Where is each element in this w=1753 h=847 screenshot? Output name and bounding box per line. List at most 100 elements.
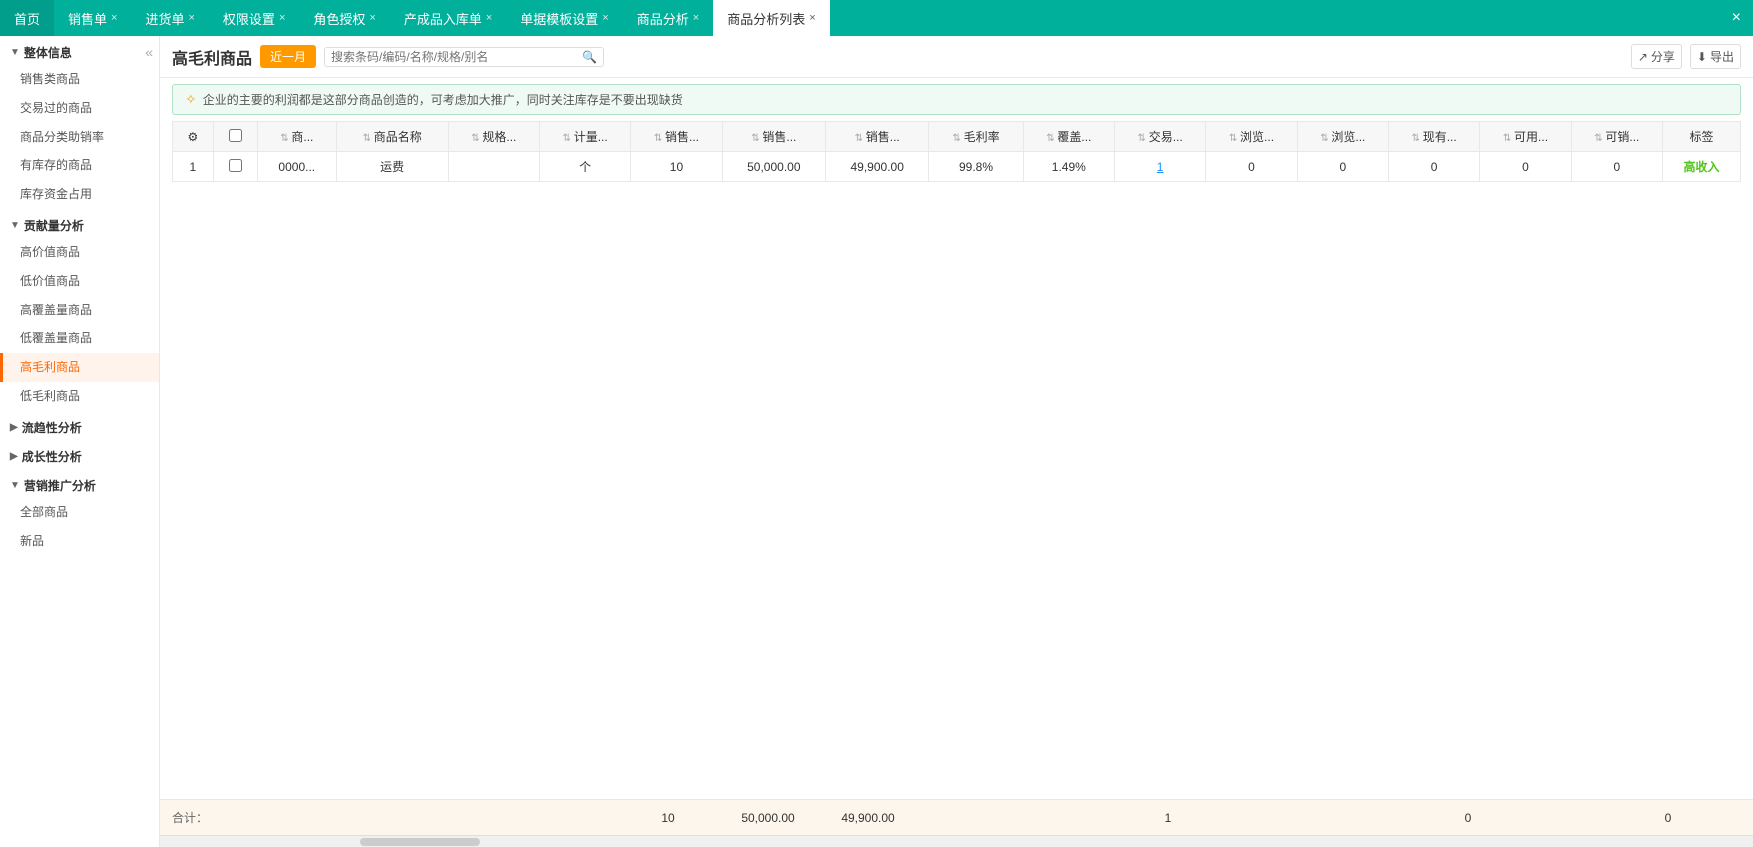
- nav-product-analysis[interactable]: 商品分析 ×: [623, 0, 713, 36]
- nav-close-all[interactable]: ×: [1720, 9, 1753, 27]
- filter-button[interactable]: 近一月: [260, 45, 316, 68]
- sidebar-item-category-rate[interactable]: 商品分类助销率: [0, 123, 159, 152]
- nav-role[interactable]: 角色授权 ×: [299, 0, 389, 36]
- td-available: 0: [1480, 152, 1571, 182]
- info-text: 企业的主要的利润都是这部分商品创造的，可考虑加大推广，同时关注库存是不要出现缺货: [203, 91, 683, 108]
- sidebar-group-marketing[interactable]: ▼ 营销推广分析: [0, 469, 159, 498]
- td-sales-cost: 49,900.00: [826, 152, 929, 182]
- th-tag: 标签: [1662, 122, 1740, 152]
- footer-label: 合计：: [172, 809, 208, 826]
- sidebar-item-stock-capital[interactable]: 库存资金占用: [0, 180, 159, 209]
- td-name: 运费: [336, 152, 448, 182]
- td-code: 0000...: [257, 152, 336, 182]
- nav-close-product-analysis-list[interactable]: ×: [809, 12, 815, 24]
- sidebar-group-overall[interactable]: ▼ 整体信息: [0, 36, 159, 65]
- sidebar-item-all-goods[interactable]: 全部商品: [0, 498, 159, 527]
- th-unit[interactable]: 计量...: [539, 122, 630, 152]
- nav-permission[interactable]: 权限设置 ×: [209, 0, 299, 36]
- sidebar-collapse-icon[interactable]: «: [145, 44, 153, 60]
- nav-close-permission[interactable]: ×: [279, 12, 285, 24]
- nav-close-purchase[interactable]: ×: [188, 12, 194, 24]
- th-transactions[interactable]: 交易...: [1114, 122, 1205, 152]
- td-transactions[interactable]: 1: [1114, 152, 1205, 182]
- search-icon[interactable]: 🔍: [582, 50, 597, 64]
- sidebar-item-low-value[interactable]: 低价值商品: [0, 267, 159, 296]
- td-views1: 0: [1206, 152, 1297, 182]
- nav-production[interactable]: 产成品入库单 ×: [390, 0, 506, 36]
- share-icon: ↗: [1638, 50, 1648, 64]
- data-table: ⚙ 商... 商品名称 规格... 计量... 销售... 销售... 销售..…: [172, 121, 1741, 182]
- th-spec[interactable]: 规格...: [448, 122, 539, 152]
- th-sales-cost[interactable]: 销售...: [826, 122, 929, 152]
- row-checkbox[interactable]: [229, 159, 242, 172]
- content-header: 高毛利商品 近一月 🔍 ↗ 分享 ⬇ 导出: [160, 36, 1753, 78]
- nav-product-analysis-list[interactable]: 商品分析列表 ×: [713, 0, 829, 36]
- sidebar-item-high-margin[interactable]: 高毛利商品: [0, 353, 159, 382]
- nav-close-role[interactable]: ×: [369, 12, 375, 24]
- th-views1[interactable]: 浏览...: [1206, 122, 1297, 152]
- td-sellable: 0: [1571, 152, 1662, 182]
- nav-template[interactable]: 单据模板设置 ×: [506, 0, 622, 36]
- info-icon: ✧: [185, 91, 197, 108]
- th-views2[interactable]: 浏览...: [1297, 122, 1388, 152]
- th-settings[interactable]: ⚙: [173, 122, 214, 152]
- nav-close-product-analysis[interactable]: ×: [693, 12, 699, 24]
- search-input[interactable]: [331, 50, 582, 64]
- page-title: 高毛利商品: [172, 45, 252, 69]
- th-sales-amount[interactable]: 销售...: [722, 122, 825, 152]
- sidebar-group-growth[interactable]: ▶ 成长性分析: [0, 440, 159, 469]
- nav-purchase[interactable]: 进货单 ×: [131, 0, 208, 36]
- nav-close-template[interactable]: ×: [602, 12, 608, 24]
- footer-sales-qty: 10: [628, 811, 708, 825]
- table-wrapper[interactable]: ⚙ 商... 商品名称 规格... 计量... 销售... 销售... 销售..…: [172, 121, 1741, 799]
- nav-close-production[interactable]: ×: [486, 12, 492, 24]
- export-button[interactable]: ⬇ 导出: [1690, 44, 1741, 69]
- nav-sales[interactable]: 销售单 ×: [54, 0, 131, 36]
- main-layout: « ▼ 整体信息 销售类商品 交易过的商品 商品分类助销率 有库存的商品 库存资…: [0, 36, 1753, 847]
- sidebar-group-contribution[interactable]: ▼ 贡献量分析: [0, 209, 159, 238]
- share-button[interactable]: ↗ 分享: [1631, 44, 1682, 69]
- top-nav: 首页 销售单 × 进货单 × 权限设置 × 角色授权 × 产成品入库单 × 单据…: [0, 0, 1753, 36]
- select-all-checkbox[interactable]: [229, 129, 242, 142]
- sidebar-item-low-coverage[interactable]: 低覆盖量商品: [0, 324, 159, 353]
- th-name[interactable]: 商品名称: [336, 122, 448, 152]
- sidebar-item-low-margin[interactable]: 低毛利商品: [0, 382, 159, 411]
- header-actions: ↗ 分享 ⬇ 导出: [1631, 44, 1741, 69]
- sidebar-item-new-goods[interactable]: 新品: [0, 527, 159, 556]
- th-current-stock[interactable]: 现有...: [1388, 122, 1479, 152]
- td-checkbox[interactable]: [213, 152, 257, 182]
- footer-transactions: 1: [1128, 811, 1208, 825]
- sidebar-item-sales-goods[interactable]: 销售类商品: [0, 65, 159, 94]
- content-area: 高毛利商品 近一月 🔍 ↗ 分享 ⬇ 导出 ✧ 企业的主要的利润都是这部分商品创…: [160, 36, 1753, 847]
- sidebar: « ▼ 整体信息 销售类商品 交易过的商品 商品分类助销率 有库存的商品 库存资…: [0, 36, 160, 847]
- footer-current-stock: 0: [1428, 811, 1508, 825]
- th-coverage[interactable]: 覆盖...: [1023, 122, 1114, 152]
- nav-close-sales[interactable]: ×: [111, 12, 117, 24]
- th-sales-qty[interactable]: 销售...: [631, 122, 722, 152]
- sidebar-item-high-coverage[interactable]: 高覆盖量商品: [0, 296, 159, 325]
- arrow-overall: ▼: [10, 47, 20, 58]
- arrow-marketing: ▼: [10, 480, 20, 491]
- sidebar-group-trend[interactable]: ▶ 流趋性分析: [0, 411, 159, 440]
- td-sales-qty: 10: [631, 152, 722, 182]
- scrollbar-thumb[interactable]: [360, 838, 480, 846]
- td-index: 1: [173, 152, 214, 182]
- horizontal-scrollbar[interactable]: [160, 835, 1753, 847]
- search-box: 🔍: [324, 47, 604, 67]
- arrow-contribution: ▼: [10, 220, 20, 231]
- footer-sales-amount: 50,000.00: [728, 811, 808, 825]
- sidebar-item-traded-goods[interactable]: 交易过的商品: [0, 94, 159, 123]
- sidebar-item-high-value[interactable]: 高价值商品: [0, 238, 159, 267]
- nav-home[interactable]: 首页: [0, 0, 54, 36]
- th-available[interactable]: 可用...: [1480, 122, 1571, 152]
- td-views2: 0: [1297, 152, 1388, 182]
- footer-sellable: 0: [1628, 811, 1708, 825]
- th-code[interactable]: 商...: [257, 122, 336, 152]
- td-coverage: 1.49%: [1023, 152, 1114, 182]
- th-gross-margin[interactable]: 毛利率: [929, 122, 1023, 152]
- th-checkbox[interactable]: [213, 122, 257, 152]
- export-icon: ⬇: [1697, 50, 1707, 64]
- sidebar-item-in-stock[interactable]: 有库存的商品: [0, 151, 159, 180]
- table-row[interactable]: 1 0000... 运费 个 10 50,000.00 49,900.00 99…: [173, 152, 1741, 182]
- th-sellable[interactable]: 可销...: [1571, 122, 1662, 152]
